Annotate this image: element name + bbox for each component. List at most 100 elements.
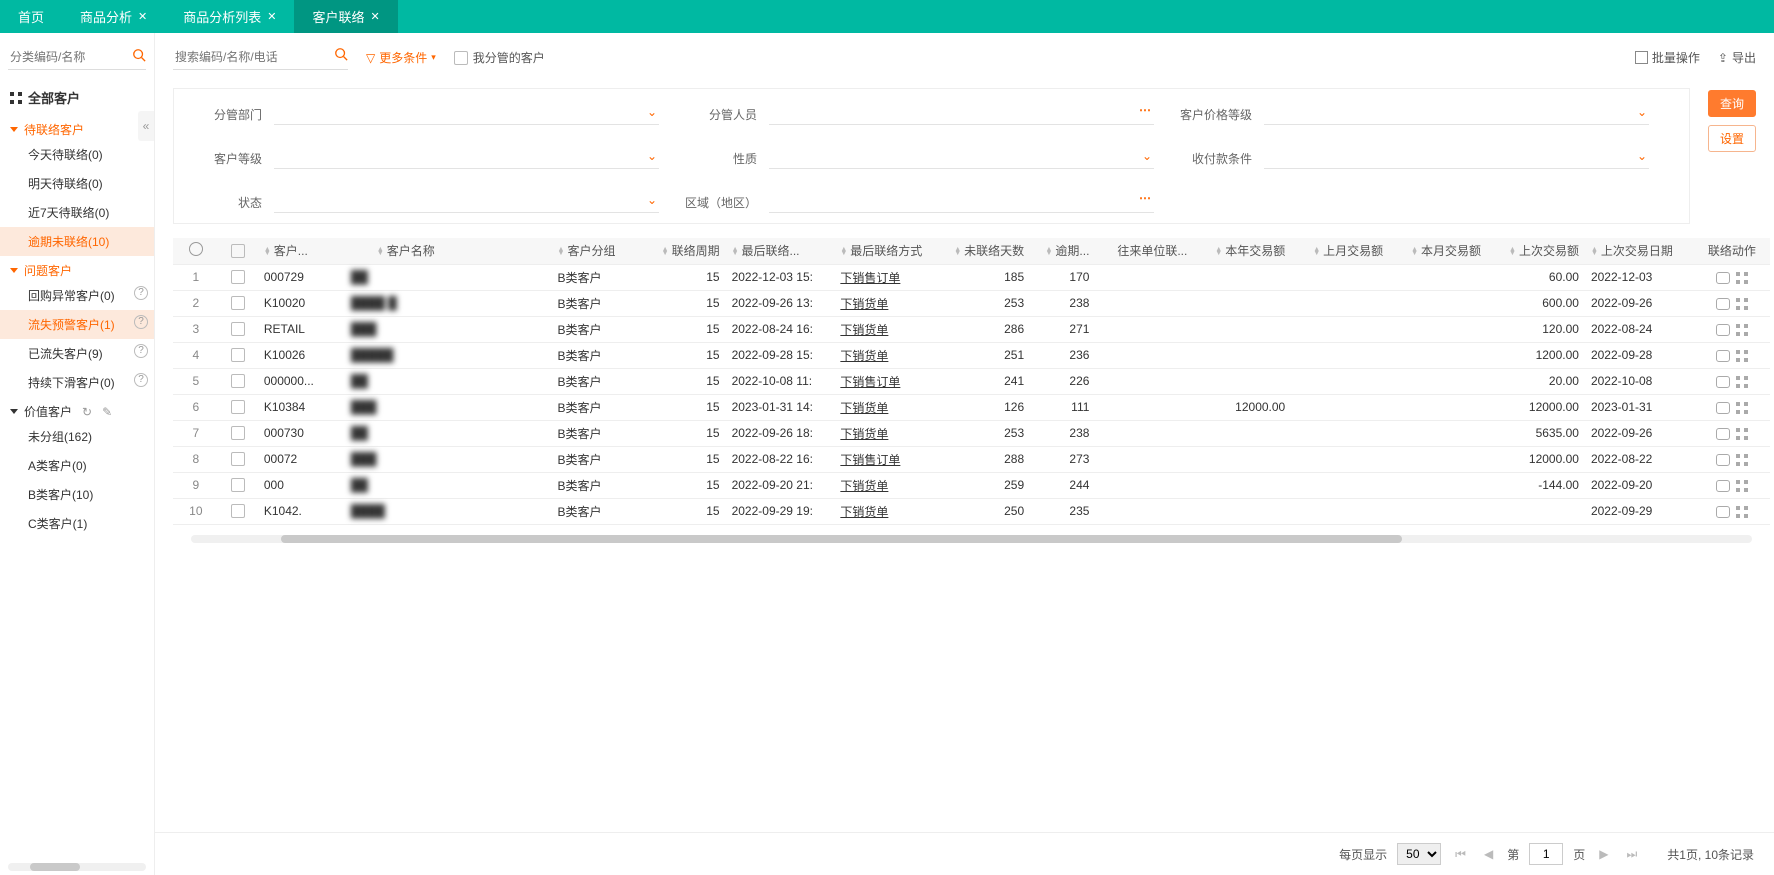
row-checkbox[interactable] (219, 498, 258, 524)
my-customers-checkbox[interactable]: 我分管的客户 (454, 49, 545, 66)
cell-last-way[interactable]: 下销货单 (834, 498, 943, 524)
col-unit[interactable]: 往来单位联... (1095, 238, 1193, 264)
table-row[interactable]: 3RETAIL███B类客户152022-08-24 16:下销货单286271… (173, 316, 1770, 342)
col-overdue[interactable]: ▲▼逾期... (1030, 238, 1095, 264)
table-row[interactable]: 9000██B类客户152022-09-20 21:下销货单259244-144… (173, 472, 1770, 498)
chat-icon[interactable] (1716, 454, 1730, 466)
sidebar-item-churn-warn[interactable]: 流失预警客户(1)? (0, 310, 154, 339)
col-last-date[interactable]: ▲▼上次交易日期 (1585, 238, 1694, 264)
sidebar-item-7days[interactable]: 近7天待联络(0) (0, 198, 154, 227)
filter-payment[interactable]: ⌄ (1264, 147, 1649, 169)
chat-icon[interactable] (1716, 272, 1730, 284)
help-icon[interactable]: ? (134, 315, 148, 329)
search-icon[interactable] (334, 47, 348, 64)
next-page[interactable]: ▶ (1595, 847, 1612, 861)
col-group[interactable]: ▲▼客户分组 (552, 238, 639, 264)
filter-dept[interactable]: ⌄ (274, 103, 659, 125)
sidebar-item-decline[interactable]: 持续下滑客户(0)? (0, 368, 154, 397)
sidebar-all-customers[interactable]: 全部客户 (0, 80, 154, 115)
filter-nature[interactable]: ⌄ (769, 147, 1154, 169)
table-row[interactable]: 800072███B类客户152022-08-22 16:下销售订单288273… (173, 446, 1770, 472)
chat-icon[interactable] (1716, 350, 1730, 362)
more-conditions[interactable]: ▽ 更多条件 ▾ (366, 49, 436, 66)
sidebar-item-class-c[interactable]: C类客户(1) (0, 509, 154, 538)
help-icon[interactable]: ? (134, 344, 148, 358)
col-last-way[interactable]: ▲▼最后联络方式 (834, 238, 943, 264)
cell-last-way[interactable]: 下销货单 (834, 290, 943, 316)
cell-last-way[interactable]: 下销货单 (834, 342, 943, 368)
col-nodays[interactable]: ▲▼未联络天数 (943, 238, 1030, 264)
col-last-amt[interactable]: ▲▼上次交易额 (1487, 238, 1585, 264)
row-checkbox[interactable] (219, 264, 258, 290)
page-input[interactable] (1529, 843, 1563, 865)
sidebar-item-tomorrow[interactable]: 明天待联络(0) (0, 169, 154, 198)
sidebar-item-repurchase[interactable]: 回购异常客户(0)? (0, 281, 154, 310)
sidebar-search-input[interactable] (8, 45, 146, 70)
filter-status[interactable]: ⌄ (274, 191, 659, 213)
table-row[interactable]: 4K10026█████B类客户152022-09-28 15:下销货单2512… (173, 342, 1770, 368)
col-year[interactable]: ▲▼本年交易额 (1193, 238, 1291, 264)
sidebar-item-churned[interactable]: 已流失客户(9)? (0, 339, 154, 368)
page-size-select[interactable]: 50 (1397, 843, 1441, 865)
cell-last-way[interactable]: 下销货单 (834, 316, 943, 342)
cell-last-way[interactable]: 下销货单 (834, 472, 943, 498)
chat-icon[interactable] (1716, 428, 1730, 440)
chat-icon[interactable] (1716, 298, 1730, 310)
row-checkbox[interactable] (219, 420, 258, 446)
tab-product-analysis[interactable]: 商品分析✕ (62, 0, 165, 33)
refresh-icon[interactable]: ↻ (82, 405, 92, 419)
tab-home[interactable]: 首页 (0, 0, 62, 33)
batch-action[interactable]: 批量操作 (1635, 49, 1700, 66)
table-row[interactable]: 5000000...██B类客户152022-10-08 11:下销售订单241… (173, 368, 1770, 394)
more-actions-icon[interactable] (1736, 298, 1748, 310)
tab-product-list[interactable]: 商品分析列表✕ (165, 0, 294, 33)
table-row[interactable]: 7000730██B类客户152022-09-26 18:下销货单2532385… (173, 420, 1770, 446)
settings-button[interactable]: 设置 (1708, 125, 1756, 152)
sidebar-item-overdue[interactable]: 逾期未联络(10) (0, 227, 154, 256)
edit-icon[interactable]: ✎ (102, 405, 112, 419)
cell-last-way[interactable]: 下销售订单 (834, 368, 943, 394)
help-icon[interactable]: ? (134, 286, 148, 300)
col-code[interactable]: ▲▼客户... (258, 238, 345, 264)
main-search-input[interactable] (173, 45, 348, 70)
sidebar-group-value[interactable]: 价值客户↻✎ (0, 397, 154, 422)
more-actions-icon[interactable] (1736, 376, 1748, 388)
filter-level[interactable]: ⌄ (274, 147, 659, 169)
col-last-time[interactable]: ▲▼最后联络... (726, 238, 835, 264)
filter-region[interactable]: ⋯ (769, 191, 1154, 213)
table-row[interactable]: 10K1042.████B类客户152022-09-29 19:下销货单2502… (173, 498, 1770, 524)
chat-icon[interactable] (1716, 324, 1730, 336)
col-name[interactable]: ▲▼客户名称 (345, 238, 552, 264)
col-gear[interactable] (173, 238, 219, 264)
close-icon[interactable]: ✕ (267, 10, 276, 23)
more-actions-icon[interactable] (1736, 454, 1748, 466)
horizontal-scrollbar[interactable] (191, 535, 1752, 543)
chat-icon[interactable] (1716, 376, 1730, 388)
chat-icon[interactable] (1716, 402, 1730, 414)
cell-last-way[interactable]: 下销货单 (834, 394, 943, 420)
prev-page[interactable]: ◀ (1480, 847, 1497, 861)
row-checkbox[interactable] (219, 316, 258, 342)
row-checkbox[interactable] (219, 446, 258, 472)
col-this-month[interactable]: ▲▼本月交易额 (1389, 238, 1487, 264)
sidebar-item-ungrouped[interactable]: 未分组(162) (0, 422, 154, 451)
filter-price-level[interactable]: ⌄ (1264, 103, 1649, 125)
more-actions-icon[interactable] (1736, 324, 1748, 336)
search-icon[interactable] (132, 48, 146, 65)
sidebar-collapse[interactable]: « (138, 111, 154, 141)
tab-customer-contact[interactable]: 客户联络✕ (294, 0, 397, 33)
row-checkbox[interactable] (219, 368, 258, 394)
chat-icon[interactable] (1716, 480, 1730, 492)
chat-icon[interactable] (1716, 506, 1730, 518)
filter-person[interactable]: ⋯ (769, 103, 1154, 125)
table-row[interactable]: 2K10020████ █B类客户152022-09-26 13:下销货单253… (173, 290, 1770, 316)
table-row[interactable]: 6K10384███B类客户152023-01-31 14:下销货单126111… (173, 394, 1770, 420)
row-checkbox[interactable] (219, 394, 258, 420)
close-icon[interactable]: ✕ (371, 10, 380, 23)
more-actions-icon[interactable] (1736, 402, 1748, 414)
sidebar-scrollbar[interactable] (8, 863, 146, 871)
more-actions-icon[interactable] (1736, 506, 1748, 518)
table-row[interactable]: 1000729██B类客户152022-12-03 15:下销售订单185170… (173, 264, 1770, 290)
row-checkbox[interactable] (219, 472, 258, 498)
col-last-month[interactable]: ▲▼上月交易额 (1291, 238, 1389, 264)
